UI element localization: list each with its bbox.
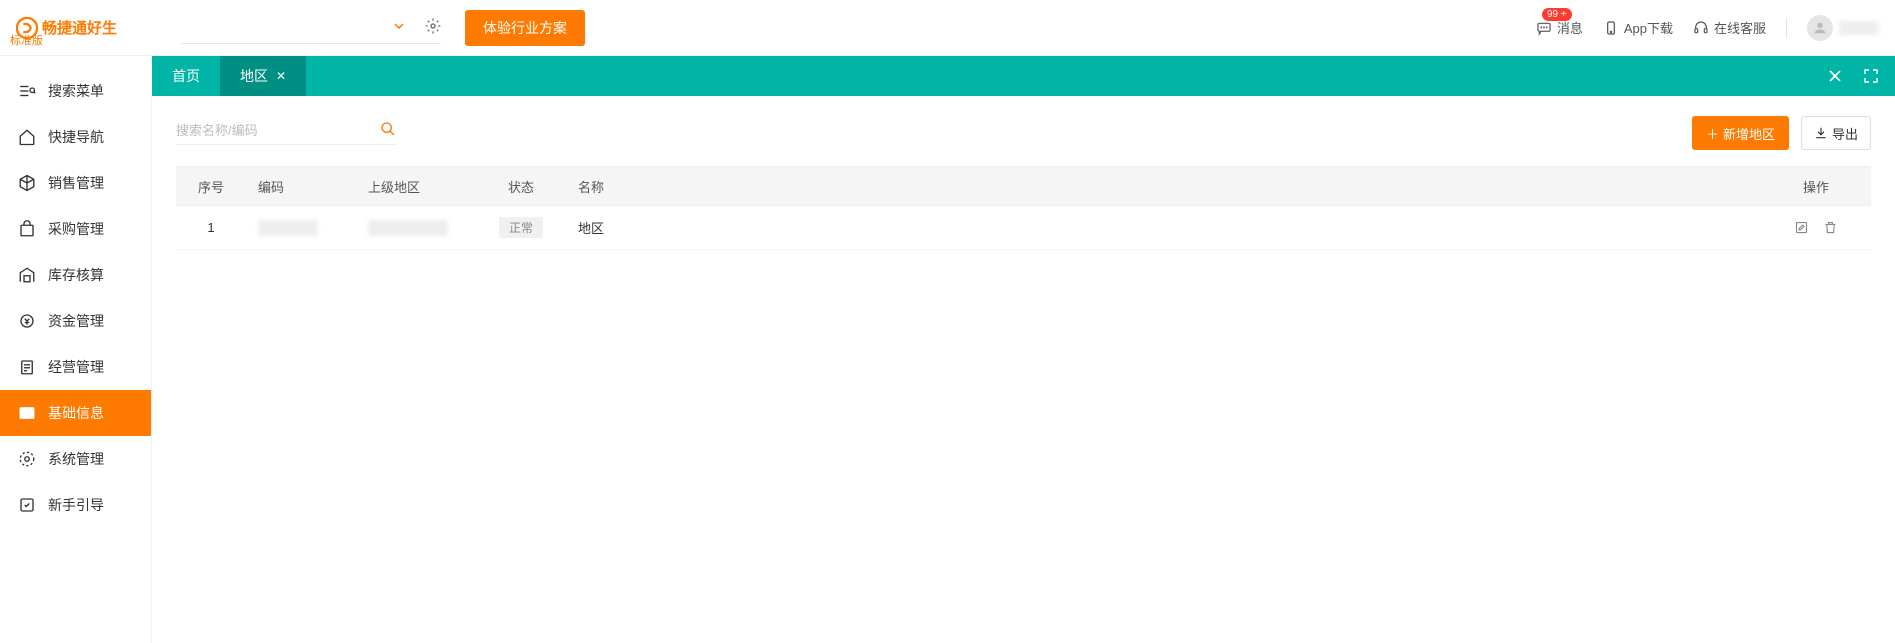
sidebar-item-inventory[interactable]: 库存核算 [0,252,151,298]
col-code: 编码 [246,177,356,196]
sidebar-item-sales[interactable]: 销售管理 [0,160,151,206]
message-badge: 99 + [1542,8,1572,21]
sidebar-item-label: 库存核算 [48,265,104,285]
table-row: 1 正常 地区 [176,206,1871,250]
guide-icon [18,496,36,514]
warehouse-icon [18,266,36,284]
sidebar-item-label: 销售管理 [48,173,104,193]
id-card-icon [18,404,36,422]
clipboard-icon [18,358,36,376]
export-icon [1814,126,1828,140]
close-icon [1828,69,1842,83]
close-all-tabs-button[interactable] [1819,60,1851,92]
tab-label: 首页 [172,66,200,86]
sidebar-item-basic-info[interactable]: 基础信息 [0,390,151,436]
logo-subtitle: 标准版 [10,32,43,48]
online-service-label: 在线客服 [1714,18,1766,37]
col-status: 状态 [476,177,566,196]
sidebar-item-guide[interactable]: 新手引导 [0,482,151,528]
tab-bar: 首页 地区 ✕ [152,56,1895,96]
user-name [1839,21,1879,35]
bag-icon [18,220,36,238]
message-icon [1536,20,1552,36]
search-menu-icon [18,82,36,100]
delete-icon[interactable] [1823,220,1838,235]
cell-seq: 1 [176,220,246,235]
messages-button[interactable]: 99 + 消息 [1536,18,1583,37]
sidebar-item-label: 资金管理 [48,311,104,331]
plus-icon: ＋ [1706,124,1719,143]
divider [1786,18,1787,38]
cell-parent [356,220,476,236]
sidebar-item-label: 经营管理 [48,357,104,377]
app-download-label: App下载 [1624,18,1673,37]
sidebar-item-label: 采购管理 [48,219,104,239]
gear-icon[interactable] [425,18,441,37]
search-icon[interactable] [380,121,396,140]
cell-code [246,220,356,236]
system-icon [18,450,36,468]
add-region-button[interactable]: ＋ 新增地区 [1692,116,1789,150]
search-wrap [176,121,396,145]
sidebar: 搜索菜单 快捷导航 销售管理 采购管理 库存核算 资金管理 经营管理 基础信息 [0,56,152,643]
sidebar-item-purchase[interactable]: 采购管理 [0,206,151,252]
fullscreen-button[interactable] [1855,60,1887,92]
add-region-label: 新增地区 [1723,124,1775,143]
sidebar-item-label: 搜索菜单 [48,81,104,101]
sidebar-item-business[interactable]: 经营管理 [0,344,151,390]
col-parent: 上级地区 [356,177,476,196]
cell-name: 地区 [566,218,1761,237]
headset-icon [1693,20,1709,36]
sidebar-item-label: 基础信息 [48,403,104,423]
home-icon [18,128,36,146]
col-seq: 序号 [176,177,246,196]
tab-home[interactable]: 首页 [152,56,220,96]
user-menu[interactable] [1807,15,1879,41]
sidebar-item-label: 快捷导航 [48,127,104,147]
export-label: 导出 [1832,124,1858,143]
sales-icon [18,174,36,192]
col-ops: 操作 [1761,177,1871,196]
col-name: 名称 [566,177,1761,196]
status-badge: 正常 [499,217,543,238]
fullscreen-icon [1864,69,1878,83]
app-download-button[interactable]: App下载 [1603,18,1673,37]
sidebar-item-quick-nav[interactable]: 快捷导航 [0,114,151,160]
avatar-icon [1807,15,1833,41]
table-header: 序号 编码 上级地区 状态 名称 操作 [176,166,1871,206]
logo-text: 畅捷通好生 [42,17,117,38]
cell-status: 正常 [476,217,566,238]
close-icon[interactable]: ✕ [276,69,286,83]
company-name [181,17,383,37]
edit-icon[interactable] [1794,220,1809,235]
sidebar-item-system[interactable]: 系统管理 [0,436,151,482]
cell-ops [1761,220,1871,235]
experience-industry-button[interactable]: 体验行业方案 [465,10,585,46]
region-table: 序号 编码 上级地区 状态 名称 操作 1 正常 地区 [176,166,1871,250]
tab-label: 地区 [240,66,268,86]
sidebar-item-label: 新手引导 [48,495,104,515]
online-service-button[interactable]: 在线客服 [1693,18,1766,37]
tab-region[interactable]: 地区 ✕ [220,56,306,96]
sidebar-item-label: 系统管理 [48,449,104,469]
sidebar-item-funds[interactable]: 资金管理 [0,298,151,344]
sidebar-item-search-menu[interactable]: 搜索菜单 [0,68,151,114]
company-selector[interactable] [181,17,441,44]
search-input[interactable] [176,123,380,138]
export-button[interactable]: 导出 [1801,116,1871,150]
chevron-down-icon[interactable] [393,19,405,35]
phone-icon [1603,20,1619,36]
money-icon [18,312,36,330]
